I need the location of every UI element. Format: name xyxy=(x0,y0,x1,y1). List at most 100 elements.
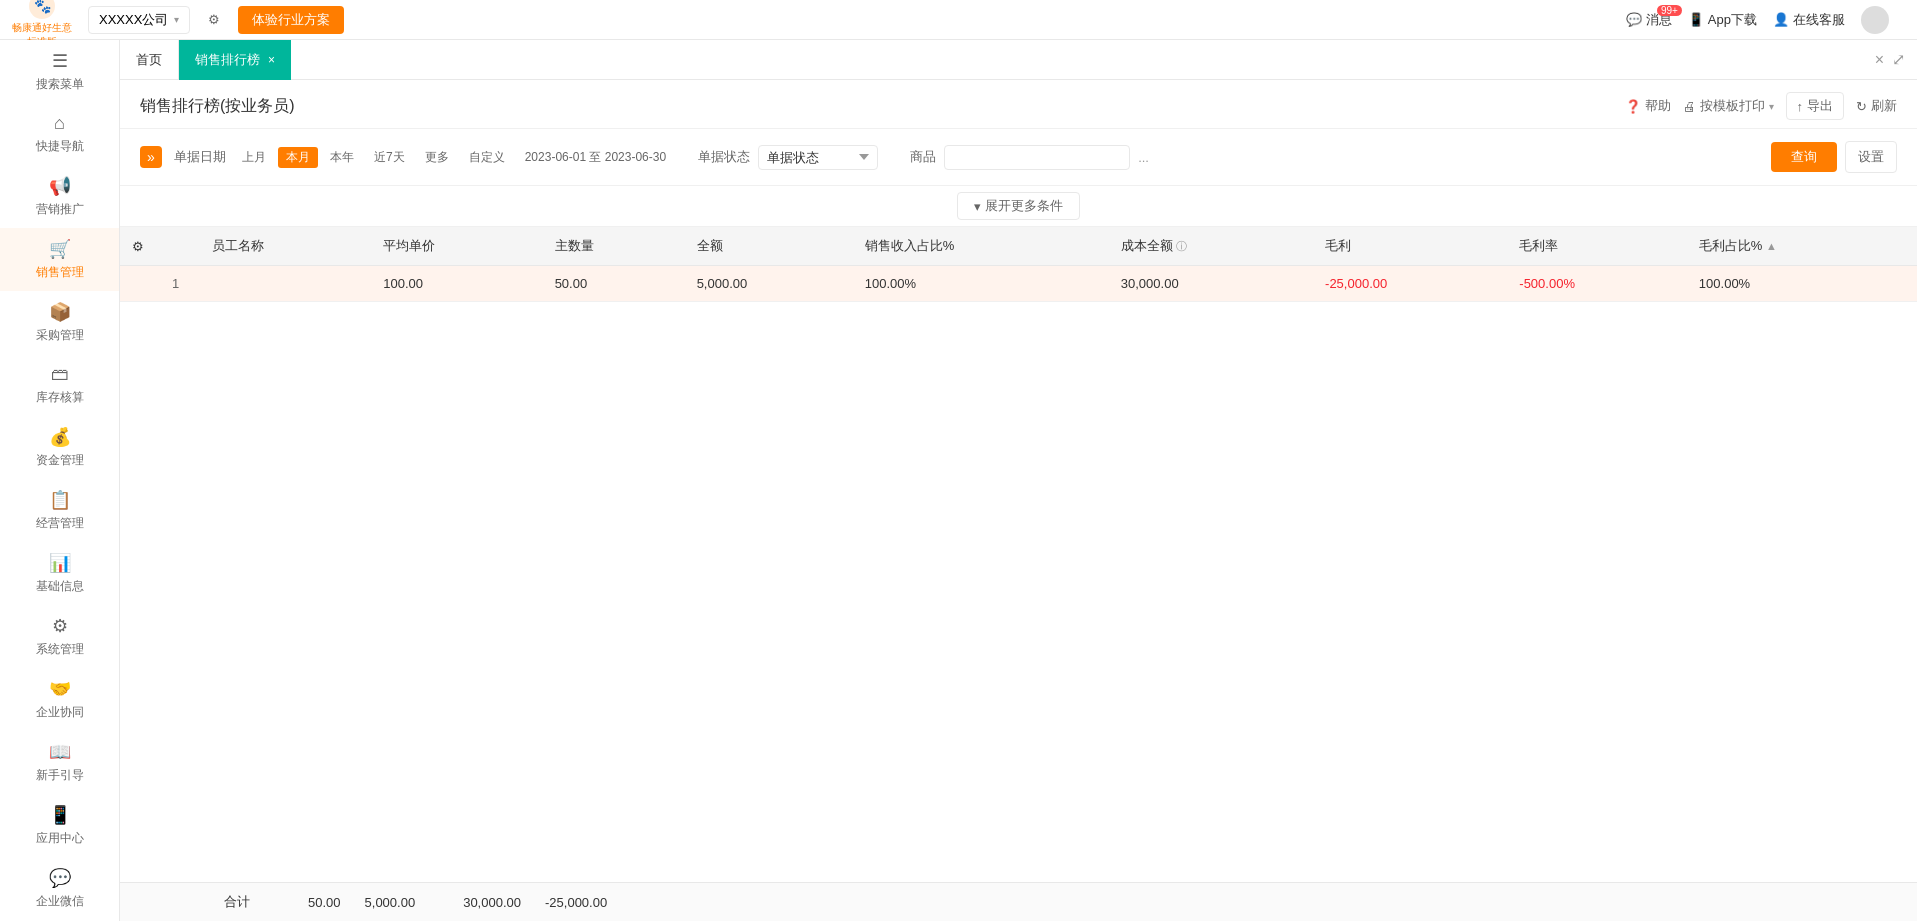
topbar-settings-icon[interactable]: ⚙ xyxy=(200,6,228,34)
home-icon: ⌂ xyxy=(54,113,65,134)
user-avatar[interactable] xyxy=(1861,6,1889,34)
date-option-custom[interactable]: 自定义 xyxy=(461,147,513,168)
col-quantity: 主数量 xyxy=(543,227,685,266)
table-wrapper[interactable]: ⚙ 员工名称 平均单价 主数量 全额 销售收入占比% 成本全额 ⓘ 毛利 xyxy=(120,227,1917,882)
row-employee xyxy=(200,266,371,302)
sidebar-item-app-center[interactable]: 📱 应用中心 xyxy=(0,794,119,857)
main-area: ☰ 搜索菜单 ⌂ 快捷导航 📢 营销推广 🛒 销售管理 📦 采购管理 xyxy=(0,40,1917,921)
query-button[interactable]: 查询 xyxy=(1771,142,1837,172)
sidebar-item-finance[interactable]: 💰 资金管理 xyxy=(0,416,119,479)
help-label: 帮助 xyxy=(1645,97,1671,115)
print-button[interactable]: 🖨 按模板打印 xyxy=(1683,97,1774,115)
refresh-label: 刷新 xyxy=(1871,97,1897,115)
date-option-this-year[interactable]: 本年 xyxy=(322,147,362,168)
sidebar-item-purchase[interactable]: 📦 采购管理 xyxy=(0,291,119,354)
search-menu-icon: ☰ xyxy=(52,50,68,72)
sidebar-item-operations[interactable]: 📋 经营管理 xyxy=(0,479,119,542)
date-label: 单据日期 xyxy=(174,148,226,166)
status-filter-group: 单据状态 单据状态 xyxy=(698,145,878,170)
sidebar-item-inventory-label: 库存核算 xyxy=(36,389,84,406)
main-content: 销售排行榜(按业务员) ❓ 帮助 🖨 按模板打印 xyxy=(120,80,1917,921)
date-option-last-month[interactable]: 上月 xyxy=(234,147,274,168)
date-option-7days[interactable]: 近7天 xyxy=(366,147,413,168)
col-avg-price: 平均单价 xyxy=(371,227,542,266)
sidebar-item-system[interactable]: ⚙ 系统管理 xyxy=(0,605,119,668)
row-settings xyxy=(120,266,160,302)
page-title: 销售排行榜(按业务员) xyxy=(140,96,295,117)
tab-window-close-icon[interactable]: × xyxy=(1875,51,1884,69)
filter-expand-button[interactable]: » xyxy=(140,146,162,168)
goods-input[interactable] xyxy=(944,145,1130,170)
export-button[interactable]: ↑ 导出 xyxy=(1786,92,1845,120)
page-header: 销售排行榜(按业务员) ❓ 帮助 🖨 按模板打印 xyxy=(120,80,1917,129)
table-footer: 合计 50.00 5,000.00 30,000.00 -25,000.00 xyxy=(120,882,1917,921)
more-filters-icon[interactable]: ... xyxy=(1138,150,1149,165)
sidebar-item-enterprise[interactable]: 🤝 企业协同 xyxy=(0,668,119,731)
wechat-icon: 💬 xyxy=(49,867,71,889)
tab-window-expand-icon[interactable]: ⤢ xyxy=(1892,50,1905,69)
marketing-icon: 📢 xyxy=(49,175,71,197)
online-service-button[interactable]: 👤 在线客服 xyxy=(1773,11,1845,29)
sidebar-item-system-label: 系统管理 xyxy=(36,641,84,658)
date-option-this-month[interactable]: 本月 xyxy=(278,147,318,168)
table-body: 1 100.00 50.00 5,000.00 100.00% 30,000.0… xyxy=(120,266,1917,302)
tab-bar-right: × ⤢ xyxy=(1875,50,1917,69)
app-download-button[interactable]: 📱 App下载 xyxy=(1688,11,1757,29)
sidebar-item-search-label: 搜索菜单 xyxy=(36,76,84,93)
help-button[interactable]: ❓ 帮助 xyxy=(1625,97,1671,115)
expand-chevron-icon: ▾ xyxy=(974,199,981,214)
table-row: 1 100.00 50.00 5,000.00 100.00% 30,000.0… xyxy=(120,266,1917,302)
col-sales-pct: 销售收入占比% xyxy=(853,227,1109,266)
sidebar: ☰ 搜索菜单 ⌂ 快捷导航 📢 营销推广 🛒 销售管理 📦 采购管理 xyxy=(0,40,120,921)
expand-more-row: ▾ 展开更多条件 xyxy=(120,186,1917,227)
help-icon: ❓ xyxy=(1625,99,1641,114)
filter-settings-button[interactable]: 设置 xyxy=(1845,141,1897,173)
sales-icon: 🛒 xyxy=(49,238,71,260)
app-download-icon: 📱 xyxy=(1688,12,1704,27)
app-center-icon: 📱 xyxy=(49,804,71,826)
company-name: XXXXX公司 xyxy=(99,11,168,29)
col-employee: 员工名称 xyxy=(200,227,371,266)
sidebar-item-inventory[interactable]: 🗃 库存核算 xyxy=(0,354,119,416)
svg-text:🐾: 🐾 xyxy=(34,0,52,15)
system-icon: ⚙ xyxy=(52,615,68,637)
purchase-icon: 📦 xyxy=(49,301,71,323)
export-label: 导出 xyxy=(1807,97,1833,115)
col-cost: 成本全额 ⓘ xyxy=(1109,227,1313,266)
sidebar-item-basic-info[interactable]: 📊 基础信息 xyxy=(0,542,119,605)
footer-label: 合计 xyxy=(212,893,272,911)
status-select[interactable]: 单据状态 xyxy=(758,145,878,170)
tab-home[interactable]: 首页 xyxy=(120,40,179,80)
page-inner: 销售排行榜(按业务员) ❓ 帮助 🖨 按模板打印 xyxy=(120,80,1917,921)
company-chevron-icon xyxy=(174,14,179,25)
sidebar-item-operations-label: 经营管理 xyxy=(36,515,84,532)
refresh-button[interactable]: ↻ 刷新 xyxy=(1856,97,1897,115)
tab-close-icon[interactable]: × xyxy=(268,53,275,67)
message-button[interactable]: 💬 消息 99+ xyxy=(1626,11,1672,29)
sidebar-item-guide[interactable]: 📖 新手引导 xyxy=(0,731,119,794)
company-selector[interactable]: XXXXX公司 xyxy=(88,6,190,34)
col-settings: ⚙ xyxy=(120,227,160,266)
row-gross-pct: 100.00% xyxy=(1687,266,1917,302)
page-header-actions: ❓ 帮助 🖨 按模板打印 ↑ 导出 xyxy=(1625,92,1898,120)
sidebar-item-basic-info-label: 基础信息 xyxy=(36,578,84,595)
expand-more-button[interactable]: ▾ 展开更多条件 xyxy=(957,192,1080,220)
filter-right: 查询 设置 xyxy=(1771,141,1897,173)
trial-button[interactable]: 体验行业方案 xyxy=(238,6,344,34)
sidebar-item-wechat[interactable]: 💬 企业微信 xyxy=(0,857,119,920)
col-gross-pct: 毛利占比% ▲ xyxy=(1687,227,1917,266)
date-options: 上月 本月 本年 近7天 更多 自定义 xyxy=(234,147,513,168)
finance-icon: 💰 xyxy=(49,426,71,448)
footer-quantity: 50.00 xyxy=(296,895,353,910)
sidebar-item-sales[interactable]: 🛒 销售管理 xyxy=(0,228,119,291)
message-icon: 💬 xyxy=(1626,12,1642,27)
sidebar-item-search[interactable]: ☰ 搜索菜单 xyxy=(0,40,119,103)
tab-sales-ranking[interactable]: 销售排行榜 × xyxy=(179,40,291,80)
expand-more-label: 展开更多条件 xyxy=(985,197,1063,215)
row-rank: 1 xyxy=(160,266,200,302)
sidebar-item-quick-nav[interactable]: ⌂ 快捷导航 xyxy=(0,103,119,165)
date-option-more[interactable]: 更多 xyxy=(417,147,457,168)
sidebar-item-marketing[interactable]: 📢 营销推广 xyxy=(0,165,119,228)
sidebar-item-enterprise-label: 企业协同 xyxy=(36,704,84,721)
filter-bar: » 单据日期 上月 本月 本年 近7天 更多 自定义 2023- xyxy=(120,129,1917,186)
